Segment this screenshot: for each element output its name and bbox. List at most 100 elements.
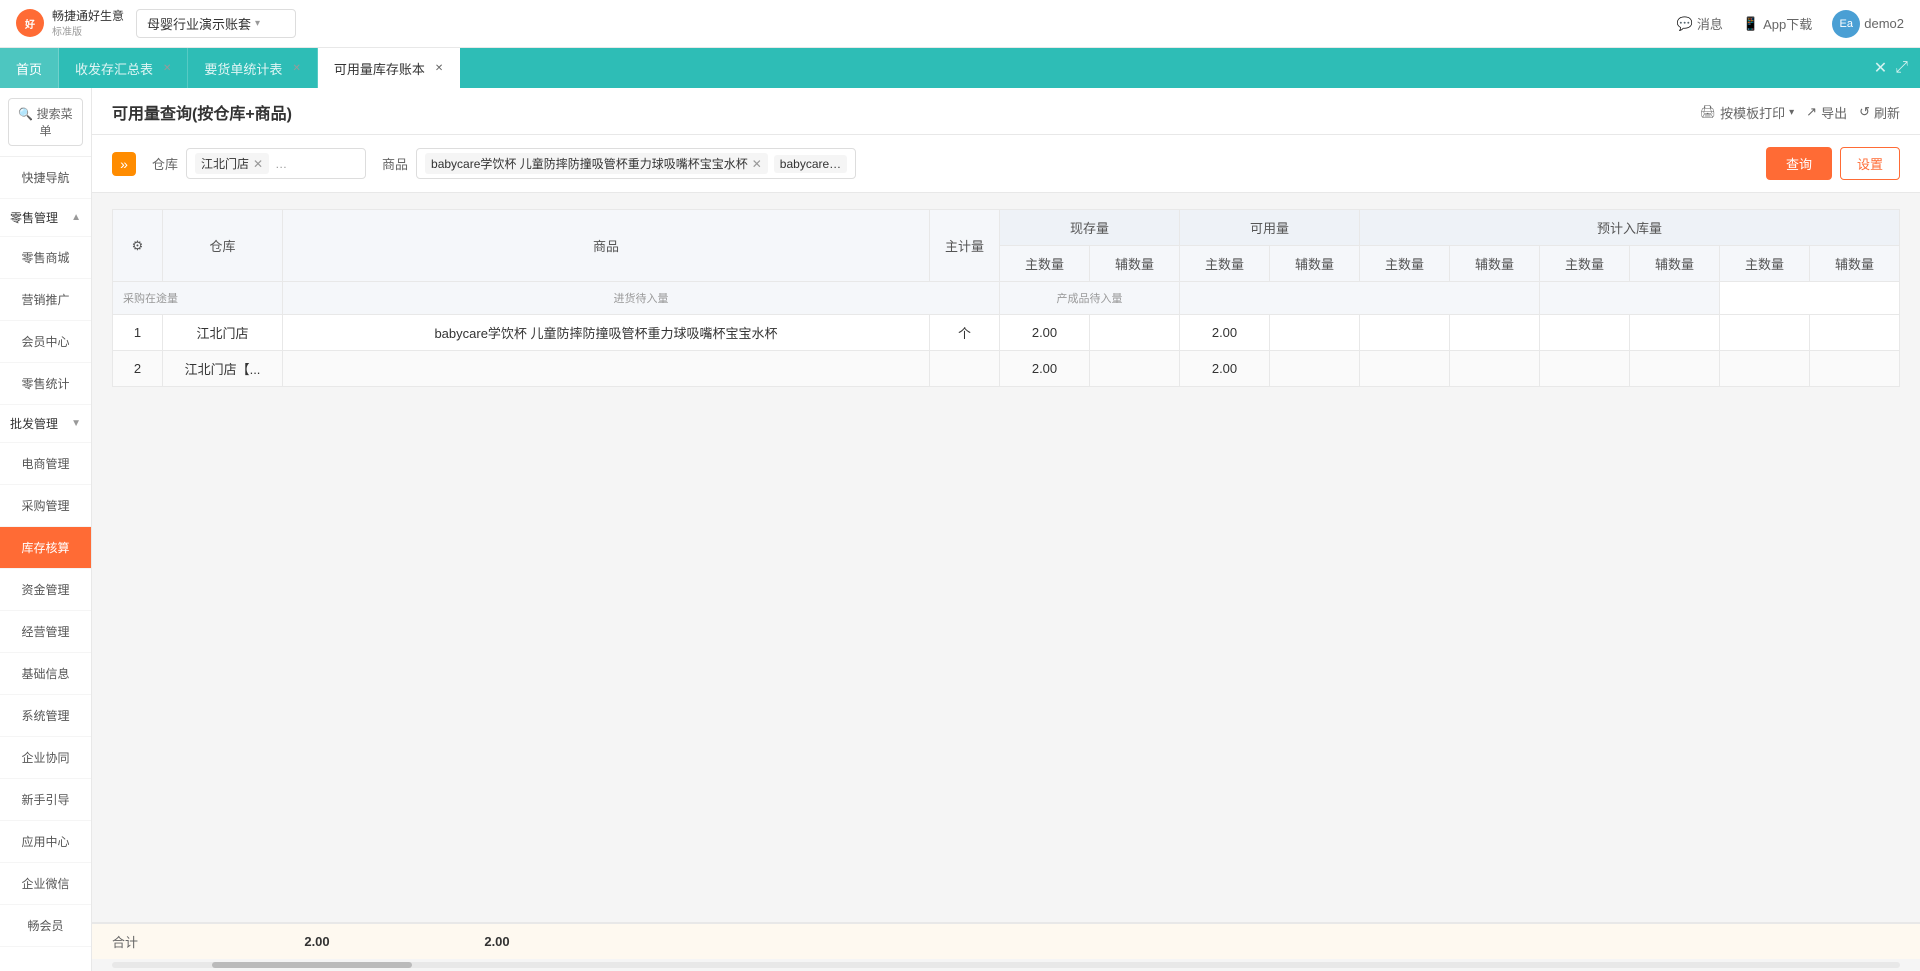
cell-avail-aux xyxy=(1270,315,1360,351)
cell-warehouse: 江北门店 xyxy=(163,315,283,351)
product-filter: 商品 babycare学饮杯 儿童防摔防撞吸管杯重力球吸嘴杯宝宝水杯 ✕ bab… xyxy=(382,148,856,179)
product-tag1-remove[interactable]: ✕ xyxy=(752,157,762,171)
window-close-btn[interactable]: ✕ xyxy=(1874,58,1887,78)
export-icon: ↗ xyxy=(1806,104,1817,120)
th-unit: 主计量 xyxy=(930,210,1000,282)
search-menu-label: 搜索菜单 xyxy=(37,107,73,138)
industry-label: 母婴行业演示账套 xyxy=(147,14,251,33)
app-download-btn[interactable]: 📱 App下载 xyxy=(1743,14,1812,33)
refresh-btn[interactable]: ↺ 刷新 xyxy=(1859,103,1900,122)
warehouse-input[interactable]: 江北门店 ✕ … xyxy=(186,148,366,179)
data-table: ⚙ 仓库 商品 主计量 现存量 可用量 预计入库量 主数量 辅数量 主数量 辅数… xyxy=(112,209,1900,387)
th-stock-aux: 辅数量 xyxy=(1090,246,1180,282)
th-incoming-main: 主数量 xyxy=(1540,246,1630,282)
sidebar-item-wholesale-mgmt[interactable]: 批发管理 ▼ xyxy=(0,405,91,443)
cell-warehouse: 江北门店【... xyxy=(163,351,283,387)
scroll-track[interactable] xyxy=(112,962,1900,968)
sidebar-item-biz-mgmt[interactable]: 经营管理 xyxy=(0,611,91,653)
tab-receipts-label: 收发存汇总表 xyxy=(75,59,153,78)
cell-purchase-main xyxy=(1360,315,1450,351)
message-btn[interactable]: 💬 消息 xyxy=(1677,14,1723,33)
window-expand-btn[interactable]: ⤢ xyxy=(1895,59,1908,77)
cell-incoming-aux xyxy=(1630,315,1720,351)
main-layout: 🔍 搜索菜单 快捷导航 零售管理 ▲ 零售商城 营销推广 会员中心 零售统计 批… xyxy=(0,88,1920,971)
tab-order-stats-close[interactable]: ✕ xyxy=(292,63,300,74)
settings-btn[interactable]: 设置 xyxy=(1840,147,1900,180)
warehouse-more-icon[interactable]: … xyxy=(275,157,287,171)
footer-avail-main: 2.00 xyxy=(452,934,542,949)
tab-receipts[interactable]: 收发存汇总表 ✕ xyxy=(59,48,188,88)
refresh-label: 刷新 xyxy=(1874,103,1900,122)
cell-production-aux xyxy=(1810,351,1900,387)
chevron-down-icon: ▾ xyxy=(1789,107,1794,118)
th-available-group: 可用量 xyxy=(1180,210,1360,246)
app-center-label: 应用中心 xyxy=(21,835,69,849)
scroll-thumb[interactable] xyxy=(212,962,412,968)
tab-home-label: 首页 xyxy=(16,59,42,78)
search-menu-btn[interactable]: 🔍 搜索菜单 xyxy=(8,98,83,146)
tab-order-stats[interactable]: 要货单统计表 ✕ xyxy=(188,48,317,88)
sidebar-search-area: 🔍 搜索菜单 xyxy=(0,88,91,157)
top-bar-right: 💬 消息 📱 App下载 Ea demo2 xyxy=(1677,10,1904,38)
cell-product xyxy=(283,351,930,387)
th-production-main: 主数量 xyxy=(1720,246,1810,282)
query-btn[interactable]: 查询 xyxy=(1766,147,1832,180)
filter-toggle-btn[interactable]: » xyxy=(112,152,136,176)
footer-stock-main: 2.00 xyxy=(272,934,362,949)
sidebar-item-retail-mgmt[interactable]: 零售管理 ▲ xyxy=(0,199,91,237)
warehouse-tag-remove[interactable]: ✕ xyxy=(253,157,263,171)
filter-row: » 仓库 江北门店 ✕ … 商品 babycare学饮杯 儿童防摔防撞吸管杯重力… xyxy=(92,135,1920,193)
product-tag2: babycare… xyxy=(774,155,847,173)
tab-bar: 首页 收发存汇总表 ✕ 要货单统计表 ✕ 可用量库存账本 ✕ ✕ ⤢ xyxy=(0,48,1920,88)
avatar: Ea xyxy=(1832,10,1860,38)
tab-available-stock[interactable]: 可用量库存账本 ✕ xyxy=(318,48,460,88)
app-download-label: App下载 xyxy=(1763,14,1812,33)
sidebar-item-ecom-mgmt[interactable]: 电商管理 xyxy=(0,443,91,485)
avatar-text: Ea xyxy=(1840,18,1853,30)
cell-product: babycare学饮杯 儿童防摔防撞吸管杯重力球吸嘴杯宝宝水杯 xyxy=(283,315,930,351)
top-bar-left: 好 畅捷通好生意 标准版 母婴行业演示账套 ▾ xyxy=(16,9,296,38)
sidebar-item-basic-info[interactable]: 基础信息 xyxy=(0,653,91,695)
sidebar-item-quick-nav[interactable]: 快捷导航 xyxy=(0,157,91,199)
cell-purchase-aux xyxy=(1450,315,1540,351)
inventory-label: 库存核算 xyxy=(21,541,69,555)
logo-sub: 标准版 xyxy=(52,23,124,38)
cell-avail-aux xyxy=(1270,351,1360,387)
tab-available-stock-close[interactable]: ✕ xyxy=(435,63,443,74)
top-bar: 好 畅捷通好生意 标准版 母婴行业演示账套 ▾ 💬 消息 📱 App下载 Ea … xyxy=(0,0,1920,48)
sidebar-item-newbie[interactable]: 新手引导 xyxy=(0,779,91,821)
sidebar-item-purchase-mgmt[interactable]: 采购管理 xyxy=(0,485,91,527)
user-area[interactable]: Ea demo2 xyxy=(1832,10,1904,38)
th-avail-aux: 辅数量 xyxy=(1270,246,1360,282)
tab-receipts-close[interactable]: ✕ xyxy=(163,63,171,74)
sidebar-item-retail-mall[interactable]: 零售商城 xyxy=(0,237,91,279)
sidebar-item-member-center[interactable]: 会员中心 xyxy=(0,321,91,363)
sidebar-item-sys-mgmt[interactable]: 系统管理 xyxy=(0,695,91,737)
settings-icon[interactable]: ⚙ xyxy=(132,238,144,253)
cell-production-main xyxy=(1720,315,1810,351)
th-settings: ⚙ xyxy=(113,210,163,282)
sidebar-item-enterprise-wechat[interactable]: 企业微信 xyxy=(0,863,91,905)
th-production-aux: 辅数量 xyxy=(1810,246,1900,282)
print-btn[interactable]: 🖨 按模板打印 ▾ xyxy=(1700,103,1795,122)
export-btn[interactable]: ↗ 导出 xyxy=(1806,103,1847,122)
quick-nav-label: 快捷导航 xyxy=(21,171,69,185)
sidebar-item-member[interactable]: 畅会员 xyxy=(0,905,91,947)
industry-select[interactable]: 母婴行业演示账套 ▾ xyxy=(136,9,296,38)
sidebar-item-marketing[interactable]: 营销推广 xyxy=(0,279,91,321)
sidebar-item-inventory[interactable]: 库存核算 xyxy=(0,527,91,569)
sidebar-item-enterprise[interactable]: 企业协同 xyxy=(0,737,91,779)
biz-mgmt-label: 经营管理 xyxy=(21,625,69,639)
search-icon: 🔍 xyxy=(18,107,33,121)
sidebar-item-retail-stats[interactable]: 零售统计 xyxy=(0,363,91,405)
sidebar-item-finance-mgmt[interactable]: 资金管理 xyxy=(0,569,91,611)
table-area: ⚙ 仓库 商品 主计量 现存量 可用量 预计入库量 主数量 辅数量 主数量 辅数… xyxy=(92,193,1920,922)
th-purchase-group-label: 采购在途量 xyxy=(113,282,283,315)
th-stock-group: 现存量 xyxy=(1000,210,1180,246)
filter-action-btns: 查询 设置 xyxy=(1766,147,1900,180)
cell-stock-aux xyxy=(1090,351,1180,387)
tab-home[interactable]: 首页 xyxy=(0,48,59,88)
cell-stock-aux xyxy=(1090,315,1180,351)
product-input[interactable]: babycare学饮杯 儿童防摔防撞吸管杯重力球吸嘴杯宝宝水杯 ✕ babyca… xyxy=(416,148,856,179)
sidebar-item-app-center[interactable]: 应用中心 xyxy=(0,821,91,863)
